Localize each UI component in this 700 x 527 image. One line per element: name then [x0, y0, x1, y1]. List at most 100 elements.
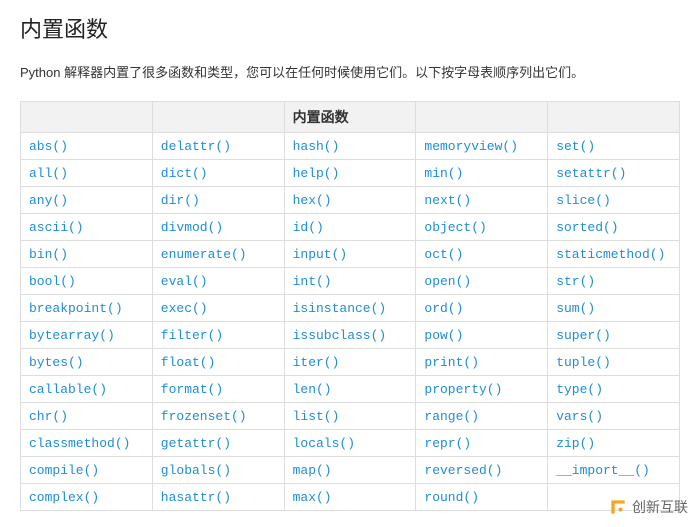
function-link[interactable]: classmethod(): [29, 436, 130, 451]
function-link[interactable]: __import__(): [556, 463, 650, 478]
function-cell: pow(): [416, 322, 548, 349]
function-link[interactable]: print(): [424, 355, 479, 370]
header-cell-empty-3: [416, 102, 548, 133]
function-link[interactable]: setattr(): [556, 166, 626, 181]
function-link[interactable]: getattr(): [161, 436, 231, 451]
function-link[interactable]: bytes(): [29, 355, 84, 370]
function-cell: slice(): [548, 187, 680, 214]
function-link[interactable]: iter(): [293, 355, 340, 370]
function-cell: next(): [416, 187, 548, 214]
function-link[interactable]: any(): [29, 193, 68, 208]
function-link[interactable]: hash(): [293, 139, 340, 154]
function-link[interactable]: help(): [293, 166, 340, 181]
function-link[interactable]: compile(): [29, 463, 99, 478]
function-link[interactable]: staticmethod(): [556, 247, 665, 262]
function-cell: vars(): [548, 403, 680, 430]
function-link[interactable]: next(): [424, 193, 471, 208]
function-link[interactable]: delattr(): [161, 139, 231, 154]
function-link[interactable]: max(): [293, 490, 332, 505]
function-link[interactable]: enumerate(): [161, 247, 247, 262]
function-link[interactable]: abs(): [29, 139, 68, 154]
table-row: ascii() divmod() id() object() sorted(): [21, 214, 680, 241]
function-link[interactable]: eval(): [161, 274, 208, 289]
function-link[interactable]: isinstance(): [293, 301, 387, 316]
function-link[interactable]: ord(): [424, 301, 463, 316]
function-cell: delattr(): [152, 133, 284, 160]
function-link[interactable]: open(): [424, 274, 471, 289]
function-cell: classmethod(): [21, 430, 153, 457]
function-link[interactable]: locals(): [293, 436, 355, 451]
watermark: 创新互联: [608, 497, 688, 517]
function-cell: id(): [284, 214, 416, 241]
function-link[interactable]: exec(): [161, 301, 208, 316]
function-link[interactable]: list(): [293, 409, 340, 424]
function-cell: locals(): [284, 430, 416, 457]
function-link[interactable]: pow(): [424, 328, 463, 343]
function-link[interactable]: int(): [293, 274, 332, 289]
function-cell: float(): [152, 349, 284, 376]
function-cell: zip(): [548, 430, 680, 457]
function-link[interactable]: super(): [556, 328, 611, 343]
function-link[interactable]: zip(): [556, 436, 595, 451]
function-cell: input(): [284, 241, 416, 268]
function-link[interactable]: repr(): [424, 436, 471, 451]
function-link[interactable]: chr(): [29, 409, 68, 424]
function-link[interactable]: issubclass(): [293, 328, 387, 343]
function-link[interactable]: breakpoint(): [29, 301, 123, 316]
function-link[interactable]: sum(): [556, 301, 595, 316]
function-link[interactable]: globals(): [161, 463, 231, 478]
function-link[interactable]: divmod(): [161, 220, 223, 235]
table-row: any() dir() hex() next() slice(): [21, 187, 680, 214]
function-link[interactable]: dict(): [161, 166, 208, 181]
function-cell: globals(): [152, 457, 284, 484]
function-link[interactable]: input(): [293, 247, 348, 262]
function-link[interactable]: format(): [161, 382, 223, 397]
function-cell: any(): [21, 187, 153, 214]
function-link[interactable]: slice(): [556, 193, 611, 208]
function-link[interactable]: bool(): [29, 274, 76, 289]
function-link[interactable]: min(): [424, 166, 463, 181]
function-link[interactable]: id(): [293, 220, 324, 235]
function-link[interactable]: property(): [424, 382, 502, 397]
function-link[interactable]: memoryview(): [424, 139, 518, 154]
function-link[interactable]: hasattr(): [161, 490, 231, 505]
function-link[interactable]: set(): [556, 139, 595, 154]
function-cell: enumerate(): [152, 241, 284, 268]
function-link[interactable]: callable(): [29, 382, 107, 397]
function-cell: divmod(): [152, 214, 284, 241]
table-row: bool() eval() int() open() str(): [21, 268, 680, 295]
function-link[interactable]: tuple(): [556, 355, 611, 370]
table-row: bin() enumerate() input() oct() staticmethod…: [21, 241, 680, 268]
function-cell: dict(): [152, 160, 284, 187]
function-cell: staticmethod(): [548, 241, 680, 268]
builtin-functions-table: 内置函数 abs()delattr()hash()memoryview()set…: [20, 101, 680, 511]
function-cell: str(): [548, 268, 680, 295]
function-link[interactable]: object(): [424, 220, 486, 235]
function-link[interactable]: reversed(): [424, 463, 502, 478]
function-link[interactable]: round(): [424, 490, 479, 505]
function-link[interactable]: bin(): [29, 247, 68, 262]
function-link[interactable]: float(): [161, 355, 216, 370]
function-link[interactable]: range(): [424, 409, 479, 424]
table-row: chr() frozenset() list() range() vars(): [21, 403, 680, 430]
function-cell: memoryview(): [416, 133, 548, 160]
function-cell: hasattr(): [152, 484, 284, 511]
function-link[interactable]: map(): [293, 463, 332, 478]
function-cell: issubclass(): [284, 322, 416, 349]
intro-paragraph: Python 解释器内置了很多函数和类型，您可以在任何时候使用它们。以下按字母表…: [20, 62, 680, 81]
function-link[interactable]: len(): [293, 382, 332, 397]
function-link[interactable]: hex(): [293, 193, 332, 208]
function-link[interactable]: filter(): [161, 328, 223, 343]
function-link[interactable]: dir(): [161, 193, 200, 208]
function-link[interactable]: bytearray(): [29, 328, 115, 343]
function-link[interactable]: ascii(): [29, 220, 84, 235]
function-link[interactable]: type(): [556, 382, 603, 397]
function-link[interactable]: str(): [556, 274, 595, 289]
function-link[interactable]: oct(): [424, 247, 463, 262]
function-link[interactable]: sorted(): [556, 220, 618, 235]
function-link[interactable]: frozenset(): [161, 409, 247, 424]
function-link[interactable]: complex(): [29, 490, 99, 505]
function-cell: compile(): [21, 457, 153, 484]
function-link[interactable]: vars(): [556, 409, 603, 424]
function-link[interactable]: all(): [29, 166, 68, 181]
